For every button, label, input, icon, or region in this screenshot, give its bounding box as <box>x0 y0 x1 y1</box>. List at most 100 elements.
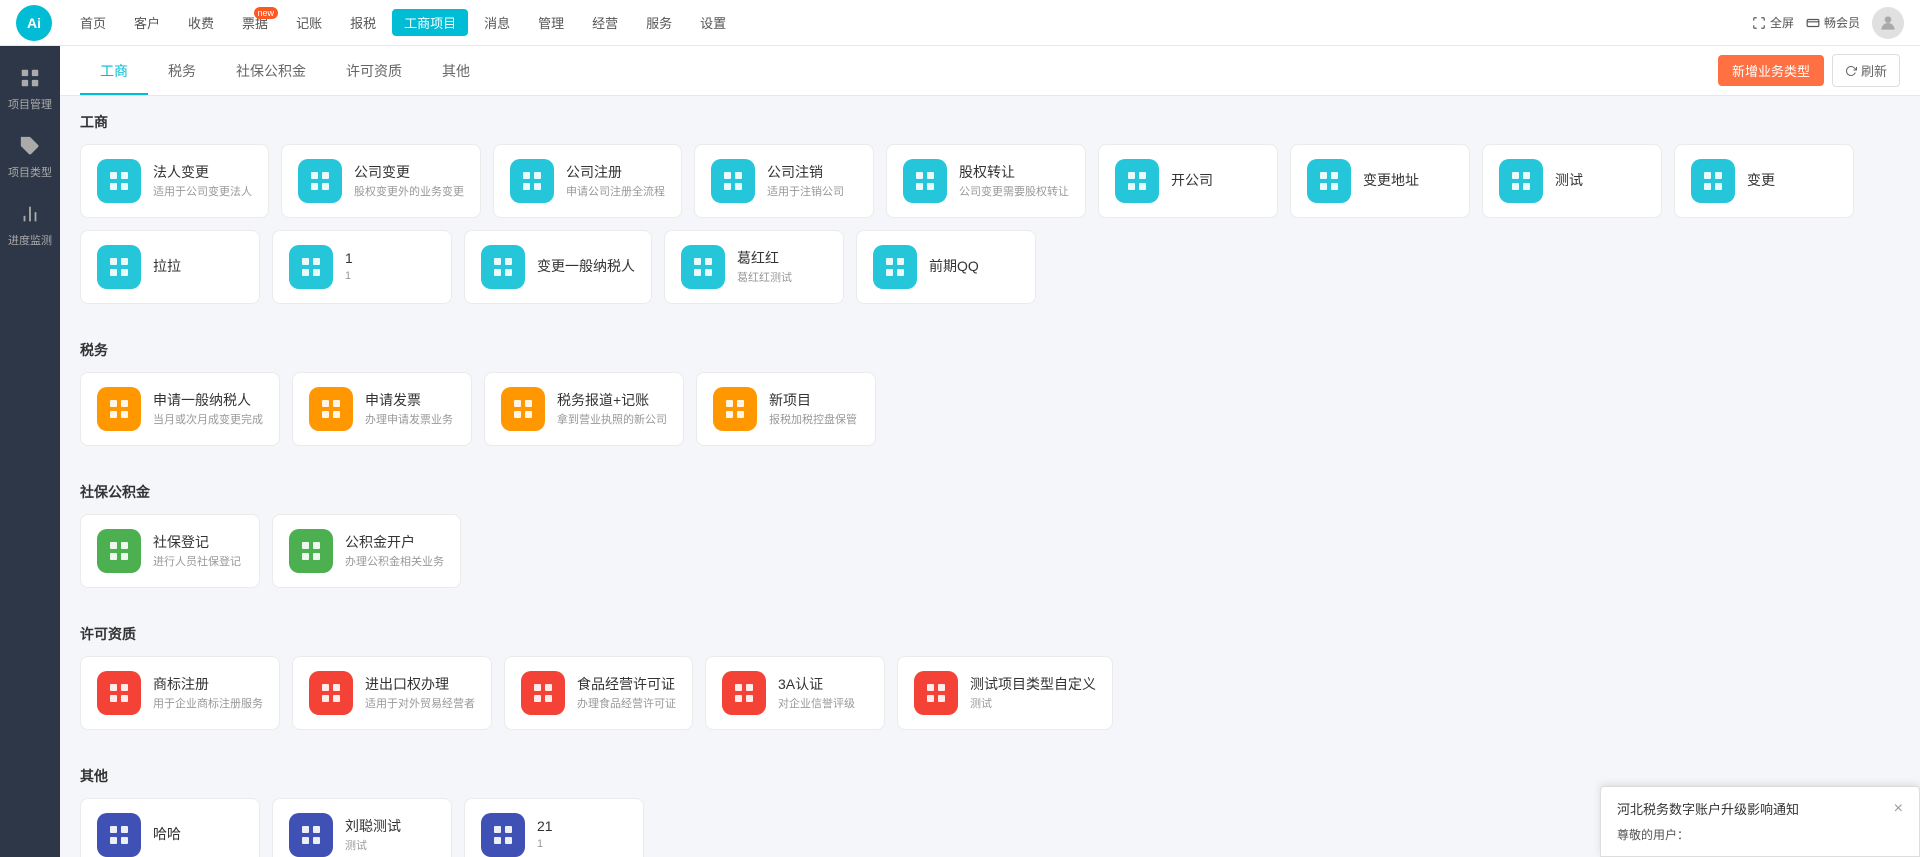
card-gs13[interactable]: 葛红红葛红红测试 <box>664 230 844 304</box>
card-icon-xk2 <box>309 671 353 715</box>
card-icon-gs10 <box>97 245 141 289</box>
card-sw1[interactable]: 申请一般纳税人当月或次月成变更完成 <box>80 372 280 446</box>
sub-tab-actions: 新增业务类型 刷新 <box>1718 46 1900 95</box>
card-title-gs4: 公司注销 <box>767 162 844 182</box>
card-icon-gs3 <box>510 159 554 203</box>
card-gs2[interactable]: 公司变更股权变更外的业务变更 <box>281 144 481 218</box>
card-icon-sw1 <box>97 387 141 431</box>
card-sw4[interactable]: 新项目报税加税控盘保管 <box>696 372 876 446</box>
section-title-shuiwu: 税务 <box>80 340 1900 360</box>
card-icon-xk5 <box>914 671 958 715</box>
card-icon-xk4 <box>722 671 766 715</box>
card-desc-gs1: 适用于公司变更法人 <box>153 185 252 200</box>
card-gs6[interactable]: 开公司 <box>1098 144 1278 218</box>
card-xk4[interactable]: 3A认证对企业信誉评级 <box>705 656 885 730</box>
sub-tab-shebao[interactable]: 社保公积金 <box>216 49 326 95</box>
nav-right: 全屏 畅会员 <box>1752 7 1904 39</box>
nav-item-settings[interactable]: 设置 <box>688 9 738 36</box>
card-sb2[interactable]: 公积金开户办理公积金相关业务 <box>272 514 461 588</box>
card-desc-sw1: 当月或次月成变更完成 <box>153 413 263 428</box>
card-gs14[interactable]: 前期QQ <box>856 230 1036 304</box>
sub-tab-gongshang[interactable]: 工商 <box>80 49 148 95</box>
card-xk1[interactable]: 商标注册用于企业商标注册服务 <box>80 656 280 730</box>
notification-header: 河北税务数字账户升级影响通知 × <box>1617 799 1903 818</box>
sections-container: 工商法人变更适用于公司变更法人公司变更股权变更外的业务变更公司注册申请公司注册全… <box>60 96 1920 857</box>
nav-item-billing[interactable]: 收费 <box>176 9 226 36</box>
sidebar: 项目管理项目类型进度监测 <box>0 46 60 857</box>
card-title-xk5: 测试项目类型自定义 <box>970 674 1096 694</box>
card-desc-gs11: 1 <box>345 269 353 284</box>
card-desc-gs3: 申请公司注册全流程 <box>566 185 665 200</box>
card-title-gs13: 葛红红 <box>737 248 792 268</box>
card-qt1[interactable]: 哈哈 <box>80 798 260 857</box>
card-qt2[interactable]: 刘聪测试测试 <box>272 798 452 857</box>
card-sw3[interactable]: 税务报道+记账拿到营业执照的新公司 <box>484 372 684 446</box>
card-icon-qt3 <box>481 813 525 857</box>
nav-item-service[interactable]: 服务 <box>634 9 684 36</box>
card-desc-sw3: 拿到营业执照的新公司 <box>557 413 667 428</box>
card-gs3[interactable]: 公司注册申请公司注册全流程 <box>493 144 682 218</box>
section-title-xuke: 许可资质 <box>80 624 1900 644</box>
card-icon-xk3 <box>521 671 565 715</box>
card-gs5[interactable]: 股权转让公司变更需要股权转让 <box>886 144 1086 218</box>
cards-grid-shebao: 社保登记进行人员社保登记公积金开户办理公积金相关业务 <box>80 514 1900 588</box>
card-gs10[interactable]: 拉拉 <box>80 230 260 304</box>
user-avatar[interactable] <box>1872 7 1904 39</box>
card-gs4[interactable]: 公司注销适用于注销公司 <box>694 144 874 218</box>
sidebar-item-project-manage[interactable]: 项目管理 <box>0 54 60 122</box>
card-title-xk3: 食品经营许可证 <box>577 674 676 694</box>
card-xk3[interactable]: 食品经营许可证办理食品经营许可证 <box>504 656 693 730</box>
card-xk5[interactable]: 测试项目类型自定义测试 <box>897 656 1113 730</box>
section-xuke: 许可资质商标注册用于企业商标注册服务进出口权办理适用于对外贸易经营者食品经营许可… <box>60 608 1920 730</box>
nav-item-manage[interactable]: 管理 <box>526 9 576 36</box>
card-qt3[interactable]: 211 <box>464 798 644 857</box>
card-gs8[interactable]: 测试 <box>1482 144 1662 218</box>
card-title-xk4: 3A认证 <box>778 674 855 694</box>
card-gs1[interactable]: 法人变更适用于公司变更法人 <box>80 144 269 218</box>
nav-item-bizproject[interactable]: 工商项目 <box>392 9 468 36</box>
notification-close-btn[interactable]: × <box>1894 800 1903 818</box>
section-title-qita: 其他 <box>80 766 1900 786</box>
card-desc-sw4: 报税加税控盘保管 <box>769 413 857 428</box>
card-icon-gs6 <box>1115 159 1159 203</box>
card-desc-gs13: 葛红红测试 <box>737 271 792 286</box>
fullscreen-label: 全屏 <box>1770 14 1794 31</box>
sub-tab-qita[interactable]: 其他 <box>422 49 490 95</box>
card-desc-sw2: 办理申请发票业务 <box>365 413 453 428</box>
refresh-btn[interactable]: 刷新 <box>1832 54 1900 87</box>
card-icon-sw4 <box>713 387 757 431</box>
project-manage-icon <box>16 64 44 92</box>
nav-item-invoice[interactable]: 票据new <box>230 9 280 36</box>
card-gs9[interactable]: 变更 <box>1674 144 1854 218</box>
vip-btn[interactable]: 畅会员 <box>1806 14 1860 31</box>
nav-item-operation[interactable]: 经营 <box>580 9 630 36</box>
nav-item-customer[interactable]: 客户 <box>122 9 172 36</box>
card-title-gs10: 拉拉 <box>153 256 181 276</box>
sidebar-item-progress-monitor[interactable]: 进度监测 <box>0 190 60 258</box>
card-sb1[interactable]: 社保登记进行人员社保登记 <box>80 514 260 588</box>
sidebar-item-project-type[interactable]: 项目类型 <box>0 122 60 190</box>
card-gs7[interactable]: 变更地址 <box>1290 144 1470 218</box>
card-gs12[interactable]: 变更一般纳税人 <box>464 230 652 304</box>
card-title-qt2: 刘聪测试 <box>345 816 401 836</box>
new-business-type-btn[interactable]: 新增业务类型 <box>1718 55 1824 86</box>
card-icon-gs5 <box>903 159 947 203</box>
card-desc-xk4: 对企业信誉评级 <box>778 697 855 712</box>
card-xk2[interactable]: 进出口权办理适用于对外贸易经营者 <box>292 656 492 730</box>
nav-item-message[interactable]: 消息 <box>472 9 522 36</box>
card-icon-gs7 <box>1307 159 1351 203</box>
card-icon-gs1 <box>97 159 141 203</box>
card-gs11[interactable]: 11 <box>272 230 452 304</box>
card-sw2[interactable]: 申请发票办理申请发票业务 <box>292 372 472 446</box>
sub-tabs: 工商税务社保公积金许可资质其他 新增业务类型 刷新 <box>60 46 1920 96</box>
card-icon-gs14 <box>873 245 917 289</box>
sub-tab-shuiwu[interactable]: 税务 <box>148 49 216 95</box>
nav-item-home[interactable]: 首页 <box>68 9 118 36</box>
fullscreen-btn[interactable]: 全屏 <box>1752 14 1794 31</box>
nav-item-bookkeeping[interactable]: 记账 <box>284 9 334 36</box>
sub-tab-xuke[interactable]: 许可资质 <box>326 49 422 95</box>
nav-item-tax[interactable]: 报税 <box>338 9 388 36</box>
card-icon-gs12 <box>481 245 525 289</box>
card-desc-gs5: 公司变更需要股权转让 <box>959 185 1069 200</box>
card-title-gs11: 1 <box>345 250 353 266</box>
